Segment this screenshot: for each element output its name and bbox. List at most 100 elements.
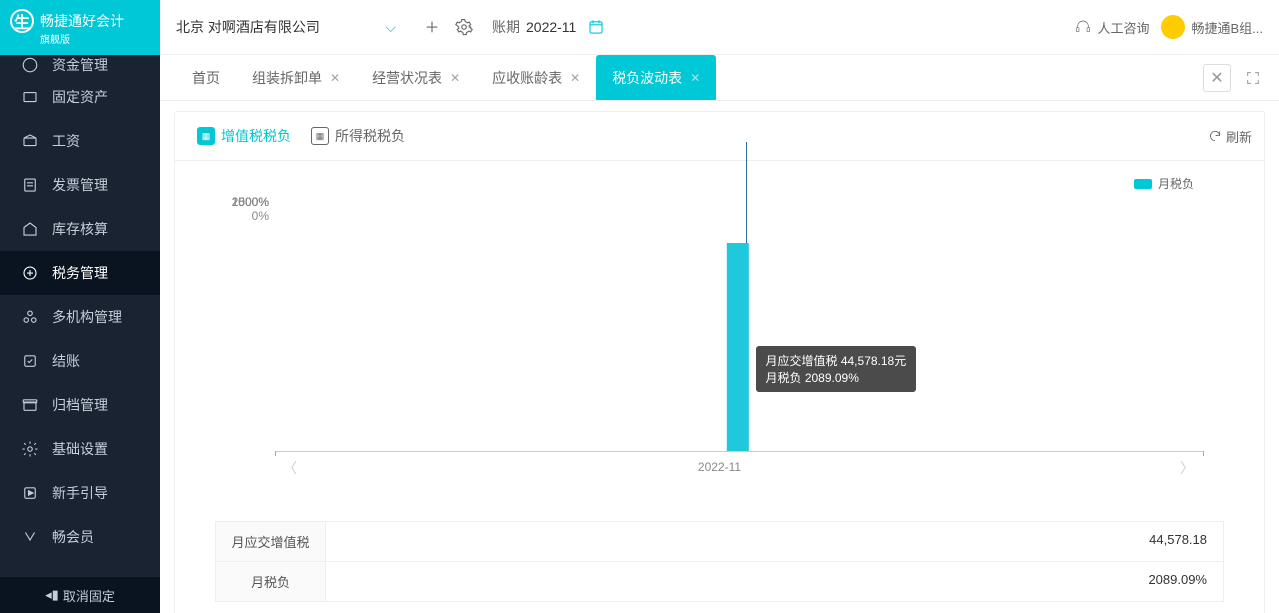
invoice-icon xyxy=(20,175,40,195)
avatar-icon xyxy=(1161,15,1185,39)
nav-label: 工资 xyxy=(52,131,80,151)
row-label: 月应交增值税 xyxy=(216,522,326,561)
salary-icon xyxy=(20,131,40,151)
tax-icon xyxy=(20,263,40,283)
nav-invoice[interactable]: 发票管理 xyxy=(0,163,160,207)
row-label: 月税负 xyxy=(216,562,326,601)
fullscreen-button[interactable] xyxy=(1239,64,1267,92)
tab-label: 首页 xyxy=(192,68,220,88)
nav-list: 资金管理 固定资产 工资 发票管理 库存核算 税务管理 xyxy=(0,55,160,559)
nav-guide[interactable]: 新手引导 xyxy=(0,471,160,515)
tab-label: 应收账龄表 xyxy=(492,68,562,88)
logo-icon: 生 xyxy=(10,9,34,33)
nav-settings[interactable]: 基础设置 xyxy=(0,427,160,471)
brand-name: 畅捷通好会计 xyxy=(40,11,124,31)
tab-label: 税负波动表 xyxy=(612,68,682,88)
assets-icon xyxy=(20,87,40,107)
table-row: 月税负 2089.09% xyxy=(215,561,1224,602)
nav-label: 固定资产 xyxy=(52,87,108,107)
chart-prev[interactable]: 〈 xyxy=(283,458,297,478)
sidebar-toggle[interactable]: ◂▮ 取消固定 xyxy=(0,577,160,613)
member-icon xyxy=(20,527,40,547)
bar[interactable] xyxy=(726,243,748,451)
nav-label: 发票管理 xyxy=(52,175,108,195)
add-button[interactable] xyxy=(416,11,448,43)
vat-icon: ▦ xyxy=(197,127,215,145)
close-all-tabs[interactable]: ✕ xyxy=(1203,64,1231,92)
tab-assembly[interactable]: 组装拆卸单 ✕ xyxy=(236,55,356,100)
tabs: 首页 组装拆卸单 ✕ 经营状况表 ✕ 应收账龄表 ✕ 税负波动表 ✕ ✕ xyxy=(160,55,1279,101)
gear-button[interactable] xyxy=(448,11,480,43)
tab-home[interactable]: 首页 xyxy=(176,55,236,100)
nav-funds[interactable]: 资金管理 xyxy=(0,55,160,75)
refresh-button[interactable]: 刷新 xyxy=(1208,127,1252,146)
subtab-label: 增值税税负 xyxy=(221,126,291,146)
subtab-label: 所得税税负 xyxy=(335,126,405,146)
nav-label: 畅会员 xyxy=(52,527,94,547)
tab-aging[interactable]: 应收账龄表 ✕ xyxy=(476,55,596,100)
y-axis: 0% 500% 1000% 1500% 2000% 2500% xyxy=(215,202,275,452)
nav-label: 结账 xyxy=(52,351,80,371)
subtab-income-tax[interactable]: ▦ 所得税税负 xyxy=(301,120,415,152)
legend-item[interactable]: 月税负 xyxy=(1134,175,1194,192)
tooltip: 月应交增值税 44,578.18元 月税负 2089.09% xyxy=(756,346,917,392)
brand-edition: 旗舰版 xyxy=(40,31,124,46)
user-menu[interactable]: 畅捷通B组... xyxy=(1161,15,1263,39)
tooltip-line: 月税负 2089.09% xyxy=(766,369,907,386)
tooltip-line: 月应交增值税 44,578.18元 xyxy=(766,352,907,369)
close-icon[interactable]: ✕ xyxy=(450,71,460,85)
row-value: 44,578.18 xyxy=(326,522,1223,561)
refresh-label: 刷新 xyxy=(1226,127,1252,146)
chevron-down-icon: ⌵ xyxy=(385,19,396,36)
chart-area: 月税负 0% 500% 1000% 1500% 2000% 2500% xyxy=(175,161,1264,512)
legend: 月税负 xyxy=(215,169,1224,192)
nav-label: 归档管理 xyxy=(52,395,108,415)
calendar-icon[interactable] xyxy=(580,11,612,43)
support-link[interactable]: 人工咨询 xyxy=(1075,18,1149,37)
brand-logo: 生 畅捷通好会计 旗舰版 xyxy=(0,0,160,55)
company-name: 北京 对啊酒店有限公司 xyxy=(176,17,320,37)
main: 北京 对啊酒店有限公司 ⌵ 账期 2022-11 人工咨询 xyxy=(160,0,1279,613)
period-value[interactable]: 2022-11 xyxy=(526,19,576,35)
nav-archive[interactable]: 归档管理 xyxy=(0,383,160,427)
close-icon[interactable]: ✕ xyxy=(330,71,340,85)
subtab-vat[interactable]: ▦ 增值税税负 xyxy=(187,120,301,152)
y-tick: 2500% xyxy=(232,195,269,209)
nav-fixed-assets[interactable]: 固定资产 xyxy=(0,75,160,119)
topbar: 北京 对啊酒店有限公司 ⌵ 账期 2022-11 人工咨询 xyxy=(160,0,1279,55)
company-selector[interactable]: 北京 对啊酒店有限公司 ⌵ xyxy=(176,17,416,37)
nav-label: 税务管理 xyxy=(52,263,108,283)
x-label: 2022-11 xyxy=(698,460,741,474)
nav-multiorg[interactable]: 多机构管理 xyxy=(0,295,160,339)
support-label: 人工咨询 xyxy=(1097,18,1149,37)
close-icon[interactable]: ✕ xyxy=(690,71,700,85)
refresh-icon xyxy=(1208,129,1222,143)
period-label: 账期 xyxy=(492,17,520,37)
nav-tax[interactable]: 税务管理 xyxy=(0,251,160,295)
chart-next[interactable]: 〉 xyxy=(1180,458,1194,478)
close-icon xyxy=(20,351,40,371)
sidebar-footer-label: 取消固定 xyxy=(63,586,115,605)
nav-close-account[interactable]: 结账 xyxy=(0,339,160,383)
nav-label: 新手引导 xyxy=(52,483,108,503)
nav-member[interactable]: 畅会员 xyxy=(0,515,160,559)
legend-label: 月税负 xyxy=(1158,175,1194,192)
close-icon[interactable]: ✕ xyxy=(570,71,580,85)
archive-icon xyxy=(20,395,40,415)
plot-body: 月应交增值税 44,578.18元 月税负 2089.09% xyxy=(275,202,1204,452)
multiorg-icon xyxy=(20,307,40,327)
inventory-icon xyxy=(20,219,40,239)
nav-label: 资金管理 xyxy=(52,55,108,75)
collapse-icon: ◂▮ xyxy=(45,587,59,603)
sidebar: 生 畅捷通好会计 旗舰版 资金管理 固定资产 工资 发票管理 xyxy=(0,0,160,613)
tab-operation[interactable]: 经营状况表 ✕ xyxy=(356,55,476,100)
funds-icon xyxy=(20,55,40,75)
income-icon: ▦ xyxy=(311,127,329,145)
headset-icon xyxy=(1075,19,1091,35)
nav-inventory[interactable]: 库存核算 xyxy=(0,207,160,251)
tab-label: 经营状况表 xyxy=(372,68,442,88)
tab-tax-fluctuation[interactable]: 税负波动表 ✕ xyxy=(596,55,716,100)
nav-salary[interactable]: 工资 xyxy=(0,119,160,163)
summary-table: 月应交增值税 44,578.18 月税负 2089.09% xyxy=(175,512,1264,613)
axis-tick xyxy=(1203,451,1204,456)
